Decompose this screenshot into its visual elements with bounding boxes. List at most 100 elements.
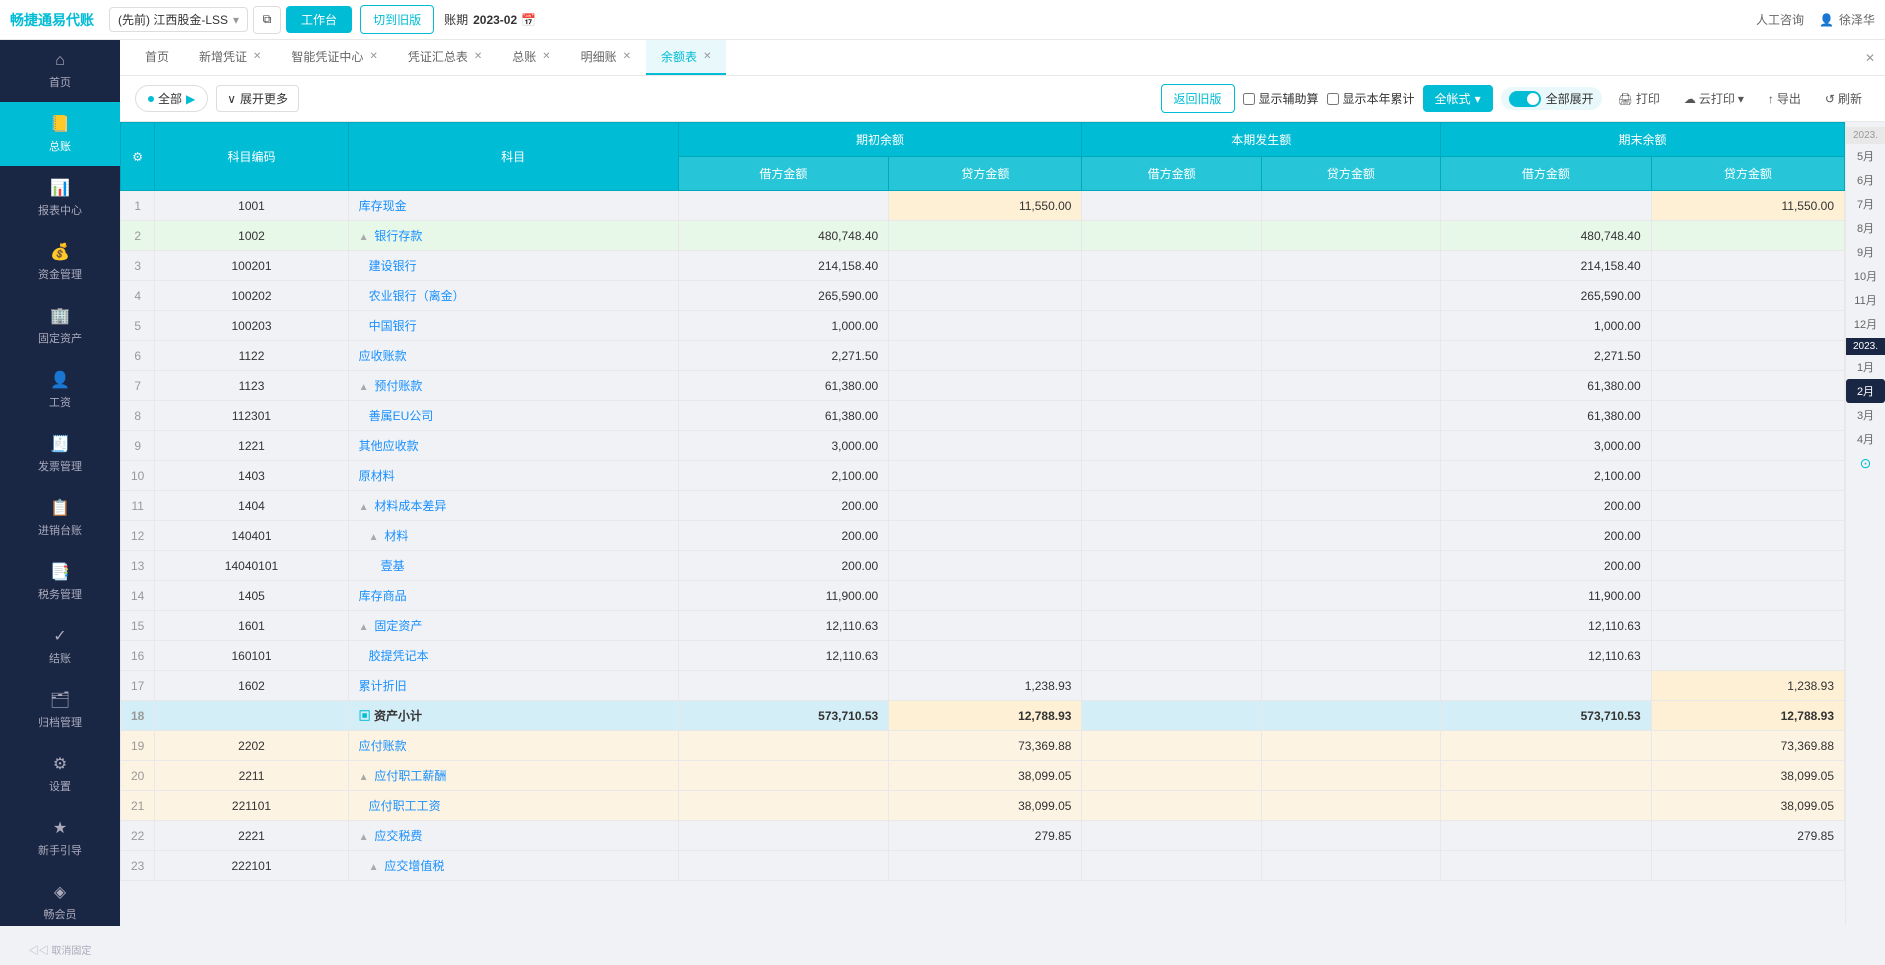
account-name-link[interactable]: 胶提凭记本 bbox=[369, 649, 429, 663]
full-style-button[interactable]: 全帐式 ▾ bbox=[1423, 85, 1493, 112]
row-name[interactable]: 胶提凭记本 bbox=[348, 641, 678, 671]
tab-new-voucher[interactable]: 新增凭证 ✕ bbox=[184, 40, 276, 75]
refresh-button[interactable]: ↺ 刷新 bbox=[1817, 86, 1870, 111]
sidebar-item-archive[interactable]: 🗂 归档管理 bbox=[0, 678, 120, 742]
cloud-print-button[interactable]: ☁ 云打印 ▾ bbox=[1676, 86, 1752, 111]
row-name[interactable]: 库存商品 bbox=[348, 581, 678, 611]
sidebar-item-invoice[interactable]: 🧾 发票管理 bbox=[0, 422, 120, 486]
row-name[interactable]: ▲ 材料 bbox=[348, 521, 678, 551]
expand-icon[interactable]: ▲ bbox=[359, 832, 372, 843]
close-all-tabs[interactable]: ✕ bbox=[1865, 51, 1875, 65]
return-old-button[interactable]: 返回旧版 bbox=[1161, 84, 1235, 113]
switch-old-button[interactable]: 切到旧版 bbox=[360, 5, 434, 34]
sidebar-item-purchase[interactable]: 📋 进销台账 bbox=[0, 486, 120, 550]
row-name[interactable]: 应付账款 bbox=[348, 731, 678, 761]
sidebar-item-home[interactable]: ⌂ 首页 bbox=[0, 40, 120, 102]
account-name-link[interactable]: 累计折旧 bbox=[359, 679, 407, 693]
tab-home[interactable]: 首页 bbox=[130, 40, 184, 75]
row-name[interactable]: ▲ 应交增值税 bbox=[348, 851, 678, 881]
row-name[interactable]: ▲ 银行存款 bbox=[348, 221, 678, 251]
tab-ledger-close[interactable]: ✕ bbox=[542, 51, 550, 62]
month-3[interactable]: 3月 bbox=[1846, 403, 1885, 427]
account-name-link[interactable]: 应付账款 bbox=[359, 739, 407, 753]
show-aux-checkbox[interactable]: 显示辅助算 bbox=[1243, 90, 1319, 107]
sidebar-item-assets[interactable]: 🏢 固定资产 bbox=[0, 294, 120, 358]
account-name-link[interactable]: 其他应收款 bbox=[359, 439, 419, 453]
tab-ledger[interactable]: 总账 ✕ bbox=[497, 40, 565, 75]
copy-icon[interactable]: ⧉ bbox=[253, 6, 281, 34]
account-name-link[interactable]: 固定资产 bbox=[374, 619, 422, 633]
expand-icon[interactable]: ▲ bbox=[359, 382, 372, 393]
toggle-track[interactable] bbox=[1509, 91, 1541, 107]
row-name[interactable]: ▲ 应交税费 bbox=[348, 821, 678, 851]
print-button[interactable]: 🖨 打印 bbox=[1610, 86, 1668, 111]
sidebar-item-settings[interactable]: ⚙ 设置 bbox=[0, 742, 120, 806]
month-5[interactable]: 5月 bbox=[1846, 144, 1885, 168]
show-year-checkbox[interactable]: 显示本年累计 bbox=[1327, 90, 1415, 107]
sidebar-item-member[interactable]: ◈ 畅会员 bbox=[0, 870, 120, 934]
export-button[interactable]: ↑ 导出 bbox=[1760, 86, 1809, 111]
row-name[interactable]: 其他应收款 bbox=[348, 431, 678, 461]
tab-detail-close[interactable]: ✕ bbox=[623, 51, 631, 62]
account-name-link[interactable]: 应付职工工资 bbox=[369, 799, 441, 813]
account-name-link[interactable]: 材料成本差异 bbox=[374, 499, 446, 513]
company-selector[interactable]: (先前) 江西股金-LSS ▾ bbox=[109, 7, 248, 32]
tab-smart-center-close[interactable]: ✕ bbox=[369, 51, 377, 62]
row-name[interactable]: 建设银行 bbox=[348, 251, 678, 281]
expand-more-button[interactable]: ∨ 展开更多 bbox=[216, 85, 299, 112]
sidebar-item-salary[interactable]: 👤 工资 bbox=[0, 358, 120, 422]
account-name-link[interactable]: 建设银行 bbox=[369, 259, 417, 273]
consult-btn[interactable]: 人工咨询 bbox=[1756, 11, 1804, 28]
sidebar-item-guide[interactable]: ★ 新手引导 bbox=[0, 806, 120, 870]
row-name[interactable]: ▲ 固定资产 bbox=[348, 611, 678, 641]
account-name-link[interactable]: 应交增值税 bbox=[384, 859, 444, 873]
expand-icon[interactable]: ▲ bbox=[369, 532, 382, 543]
aux-checkbox-input[interactable] bbox=[1243, 93, 1255, 105]
month-7[interactable]: 7月 bbox=[1846, 192, 1885, 216]
month-9[interactable]: 9月 bbox=[1846, 240, 1885, 264]
row-name[interactable]: ▲ 材料成本差异 bbox=[348, 491, 678, 521]
expand-all-toggle[interactable]: 全部展开 bbox=[1501, 87, 1602, 110]
account-name-link[interactable]: 农业银行（离金） bbox=[369, 289, 465, 303]
account-name-link[interactable]: 善属EU公司 bbox=[369, 409, 434, 423]
row-name[interactable]: 库存现金 bbox=[348, 191, 678, 221]
row-name[interactable]: 应付职工工资 bbox=[348, 791, 678, 821]
expand-icon[interactable]: ▲ bbox=[359, 502, 372, 513]
account-name-link[interactable]: 中国银行 bbox=[369, 319, 417, 333]
period-icon[interactable]: 📅 bbox=[521, 13, 536, 27]
account-name-link[interactable]: 银行存款 bbox=[374, 229, 422, 243]
row-name[interactable]: ▲ 预付账款 bbox=[348, 371, 678, 401]
month-6[interactable]: 6月 bbox=[1846, 168, 1885, 192]
account-name-link[interactable]: 应收账款 bbox=[359, 349, 407, 363]
tab-balance-close[interactable]: ✕ bbox=[703, 51, 711, 62]
row-name[interactable]: 农业银行（离金） bbox=[348, 281, 678, 311]
expand-icon[interactable]: ▲ bbox=[359, 622, 372, 633]
sidebar-item-ledger[interactable]: 📒 总账 bbox=[0, 102, 120, 166]
tab-balance[interactable]: 余额表 ✕ bbox=[646, 40, 726, 75]
account-name-link[interactable]: 材料 bbox=[384, 529, 408, 543]
month-12[interactable]: 12月 bbox=[1846, 312, 1885, 336]
tab-voucher-summary[interactable]: 凭证汇总表 ✕ bbox=[393, 40, 497, 75]
row-name[interactable]: 应收账款 bbox=[348, 341, 678, 371]
expand-icon[interactable]: ▲ bbox=[359, 232, 372, 243]
month-11[interactable]: 11月 bbox=[1846, 288, 1885, 312]
row-name[interactable]: 原材料 bbox=[348, 461, 678, 491]
row-name[interactable]: ▲ 应付职工薪酬 bbox=[348, 761, 678, 791]
sidebar-item-tax[interactable]: 📑 税务管理 bbox=[0, 550, 120, 614]
sidebar-item-report[interactable]: 📊 报表中心 bbox=[0, 166, 120, 230]
month-8[interactable]: 8月 bbox=[1846, 216, 1885, 240]
tab-voucher-summary-close[interactable]: ✕ bbox=[474, 51, 482, 62]
account-name-link[interactable]: 原材料 bbox=[359, 469, 395, 483]
account-name-link[interactable]: 预付账款 bbox=[374, 379, 422, 393]
settings-col-header[interactable]: ⚙ bbox=[121, 123, 155, 191]
month-4[interactable]: 4月 bbox=[1846, 427, 1885, 451]
tab-smart-center[interactable]: 智能凭证中心 ✕ bbox=[276, 40, 392, 75]
account-name-link[interactable]: 壹基 bbox=[381, 559, 405, 573]
workbench-button[interactable]: 工作台 bbox=[286, 6, 352, 33]
sidebar-item-capital[interactable]: 💰 资金管理 bbox=[0, 230, 120, 294]
sidebar-item-settle[interactable]: ✓ 结账 bbox=[0, 614, 120, 678]
account-name-link[interactable]: 应交税费 bbox=[374, 829, 422, 843]
all-filter-button[interactable]: 全部 ▶ bbox=[135, 85, 208, 112]
year-checkbox-input[interactable] bbox=[1327, 93, 1339, 105]
unpin-button[interactable]: ◁◁ 取消固定 bbox=[0, 934, 120, 965]
